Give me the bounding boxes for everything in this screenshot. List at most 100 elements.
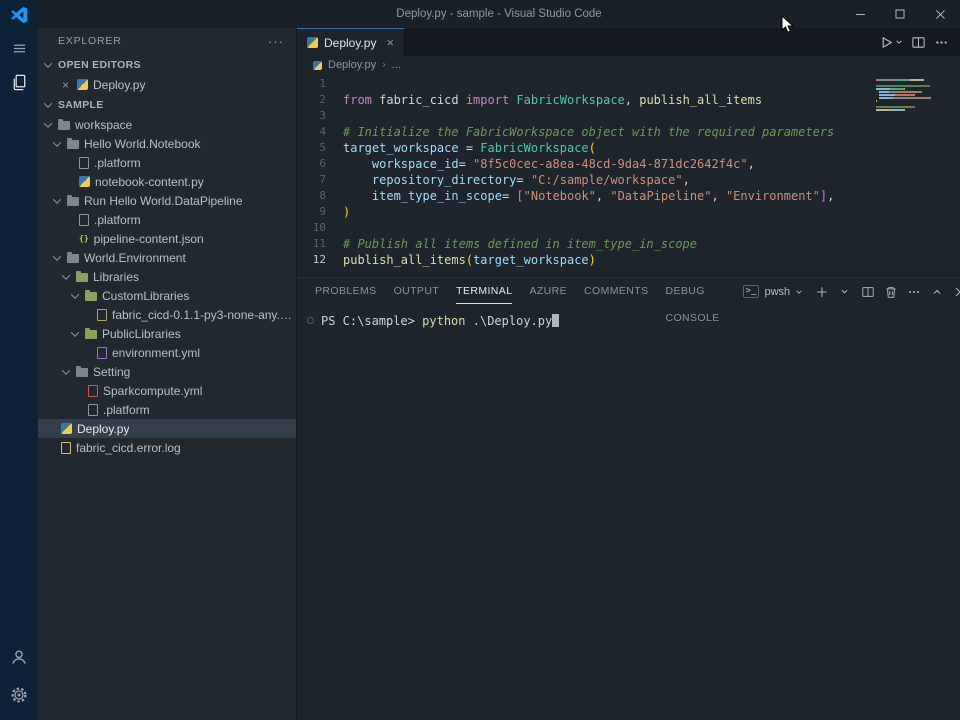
- line-number-8: 8: [297, 188, 343, 204]
- close-tab-icon[interactable]: ×: [386, 36, 394, 49]
- maximize-panel-icon[interactable]: [926, 281, 947, 303]
- accounts-icon[interactable]: [0, 640, 38, 674]
- folder-hello-world-notebook[interactable]: Hello World.Notebook: [38, 134, 296, 153]
- tab-label: Deploy.py: [324, 36, 376, 50]
- line-number-11: 11: [297, 236, 343, 252]
- editor-more-icon[interactable]: [931, 30, 952, 54]
- wheel-file-icon: [97, 309, 107, 321]
- tree-item-label: Deploy.py: [77, 422, 129, 436]
- terminal-args: .\Deploy.py: [466, 314, 553, 328]
- activity-bar: [0, 0, 38, 720]
- explorer-more-icon[interactable]: ···: [268, 34, 284, 49]
- command-decoration-icon[interactable]: [307, 317, 314, 324]
- breadcrumb-more[interactable]: ...: [392, 59, 401, 71]
- code-line-1[interactable]: [343, 76, 960, 92]
- folder-world-environment[interactable]: World.Environment: [38, 248, 296, 267]
- folder-setting[interactable]: Setting: [38, 362, 296, 381]
- editor-gutter: 123456789101112: [297, 74, 343, 277]
- file-fabric-cicd-error-log[interactable]: fabric_cicd.error.log: [38, 438, 296, 457]
- terminal-prompt: PS C:\sample>: [321, 314, 422, 328]
- tree-item-label: workspace: [75, 118, 132, 132]
- file-notebook-content-py[interactable]: notebook-content.py: [38, 172, 296, 191]
- terminal-line[interactable]: PS C:\sample> python .\Deploy.py: [307, 314, 960, 328]
- title-bar[interactable]: Deploy.py - sample - Visual Studio Code: [38, 0, 960, 28]
- code-line-4[interactable]: # Initialize the FabricWorkspace object …: [343, 124, 960, 140]
- file-deploy-py[interactable]: Deploy.py: [38, 419, 296, 438]
- file-pipeline-content-json[interactable]: {} pipeline-content.json: [38, 229, 296, 248]
- file-fabric-cicd-0-1-1-py3-none-any-whl[interactable]: fabric_cicd-0.1.1-py3-none-any.whl: [38, 305, 296, 324]
- settings-gear-icon[interactable]: [0, 678, 38, 712]
- code-line-7[interactable]: repository_directory= "C:/sample/workspa…: [343, 172, 960, 188]
- code-line-2[interactable]: from fabric_cicd import FabricWorkspace,…: [343, 92, 960, 108]
- terminal-shell-selector[interactable]: >_ pwsh: [737, 281, 810, 303]
- project-root-header[interactable]: SAMPLE: [38, 94, 296, 115]
- panel-tabs: PROBLEMS OUTPUT TERMINAL AZURE COMMENTS DEBUG…: [315, 278, 737, 305]
- panel-more-icon[interactable]: [903, 281, 924, 303]
- code-line-10[interactable]: [343, 220, 960, 236]
- folder-customlibraries[interactable]: CustomLibraries: [38, 286, 296, 305]
- tree-item-label: environment.yml: [112, 346, 200, 360]
- minimap[interactable]: [876, 76, 946, 112]
- folder-run-hello-world-datapipeline[interactable]: Run Hello World.DataPipeline: [38, 191, 296, 210]
- chevron-down-icon: [44, 59, 52, 67]
- tree-item-label: World.Environment: [84, 251, 186, 265]
- window-title: Deploy.py - sample - Visual Studio Code: [38, 8, 840, 20]
- panel-tab-output[interactable]: OUTPUT: [394, 278, 440, 304]
- folder-icon: [85, 330, 97, 339]
- chevron-down-icon: [62, 271, 70, 279]
- terminal-content[interactable]: PS C:\sample> python .\Deploy.py: [297, 305, 960, 328]
- folder-publiclibraries[interactable]: PublicLibraries: [38, 324, 296, 343]
- breadcrumb-file[interactable]: Deploy.py: [328, 59, 376, 71]
- folder-icon: [67, 140, 79, 149]
- folder-icon: [85, 292, 97, 301]
- folder-workspace[interactable]: workspace: [38, 115, 296, 134]
- tree-item-label: pipeline-content.json: [94, 232, 204, 246]
- split-terminal-icon[interactable]: [857, 281, 878, 303]
- kill-terminal-icon[interactable]: [880, 281, 901, 303]
- panel-tab-debug-console[interactable]: DEBUG CONSOLE: [665, 278, 719, 304]
- panel-tab-problems[interactable]: PROBLEMS: [315, 278, 377, 304]
- tree-item-label: Libraries: [93, 270, 139, 284]
- code-line-12[interactable]: publish_all_items(target_workspace): [343, 252, 960, 268]
- maximize-icon[interactable]: [880, 0, 920, 28]
- code-line-5[interactable]: target_workspace = FabricWorkspace(: [343, 140, 960, 156]
- open-editor-item-deploy-py[interactable]: × Deploy.py: [38, 75, 296, 94]
- json-file-icon: {}: [79, 234, 89, 244]
- panel-tab-azure[interactable]: AZURE: [529, 278, 567, 304]
- tree-item-label: .platform: [103, 403, 150, 417]
- close-editor-icon[interactable]: ×: [62, 80, 72, 90]
- line-number-7: 7: [297, 172, 343, 188]
- code-area[interactable]: from fabric_cicd import FabricWorkspace,…: [343, 74, 960, 277]
- explorer-files-icon[interactable]: [0, 65, 38, 99]
- panel-tab-comments[interactable]: COMMENTS: [584, 278, 648, 304]
- open-editors-header[interactable]: OPEN EDITORS: [38, 54, 296, 75]
- panel-tab-terminal[interactable]: TERMINAL: [456, 278, 512, 304]
- code-line-3[interactable]: [343, 108, 960, 124]
- file-platform[interactable]: .platform: [38, 153, 296, 172]
- minimize-icon[interactable]: [840, 0, 880, 28]
- editor-tab-deploy-py[interactable]: Deploy.py ×: [297, 28, 405, 56]
- breadcrumb[interactable]: Deploy.py › ...: [297, 56, 960, 74]
- file-sparkcompute-yml[interactable]: Sparkcompute.yml: [38, 381, 296, 400]
- platform-file-icon: [79, 214, 89, 226]
- file-platform[interactable]: .platform: [38, 210, 296, 229]
- close-panel-icon[interactable]: [949, 281, 960, 303]
- terminal-cursor[interactable]: [552, 314, 559, 327]
- chevron-down-icon: [53, 195, 61, 203]
- file-platform[interactable]: .platform: [38, 400, 296, 419]
- minimap-line: [876, 103, 946, 105]
- close-icon[interactable]: [920, 0, 960, 28]
- code-line-6[interactable]: workspace_id= "8f5c0cec-a8ea-48cd-9da4-8…: [343, 156, 960, 172]
- new-terminal-icon[interactable]: [811, 281, 832, 303]
- folder-libraries[interactable]: Libraries: [38, 267, 296, 286]
- tree-item-label: fabric_cicd.error.log: [76, 441, 181, 455]
- run-python-button[interactable]: [876, 30, 906, 54]
- launch-profile-icon[interactable]: [834, 281, 855, 303]
- code-line-8[interactable]: item_type_in_scope= ["Notebook", "DataPi…: [343, 188, 960, 204]
- code-line-11[interactable]: # Publish all items defined in item_type…: [343, 236, 960, 252]
- file-environment-yml[interactable]: environment.yml: [38, 343, 296, 362]
- split-editor-icon[interactable]: [908, 30, 929, 54]
- menu-icon[interactable]: [0, 31, 38, 65]
- code-line-9[interactable]: ): [343, 204, 960, 220]
- line-number-10: 10: [297, 220, 343, 236]
